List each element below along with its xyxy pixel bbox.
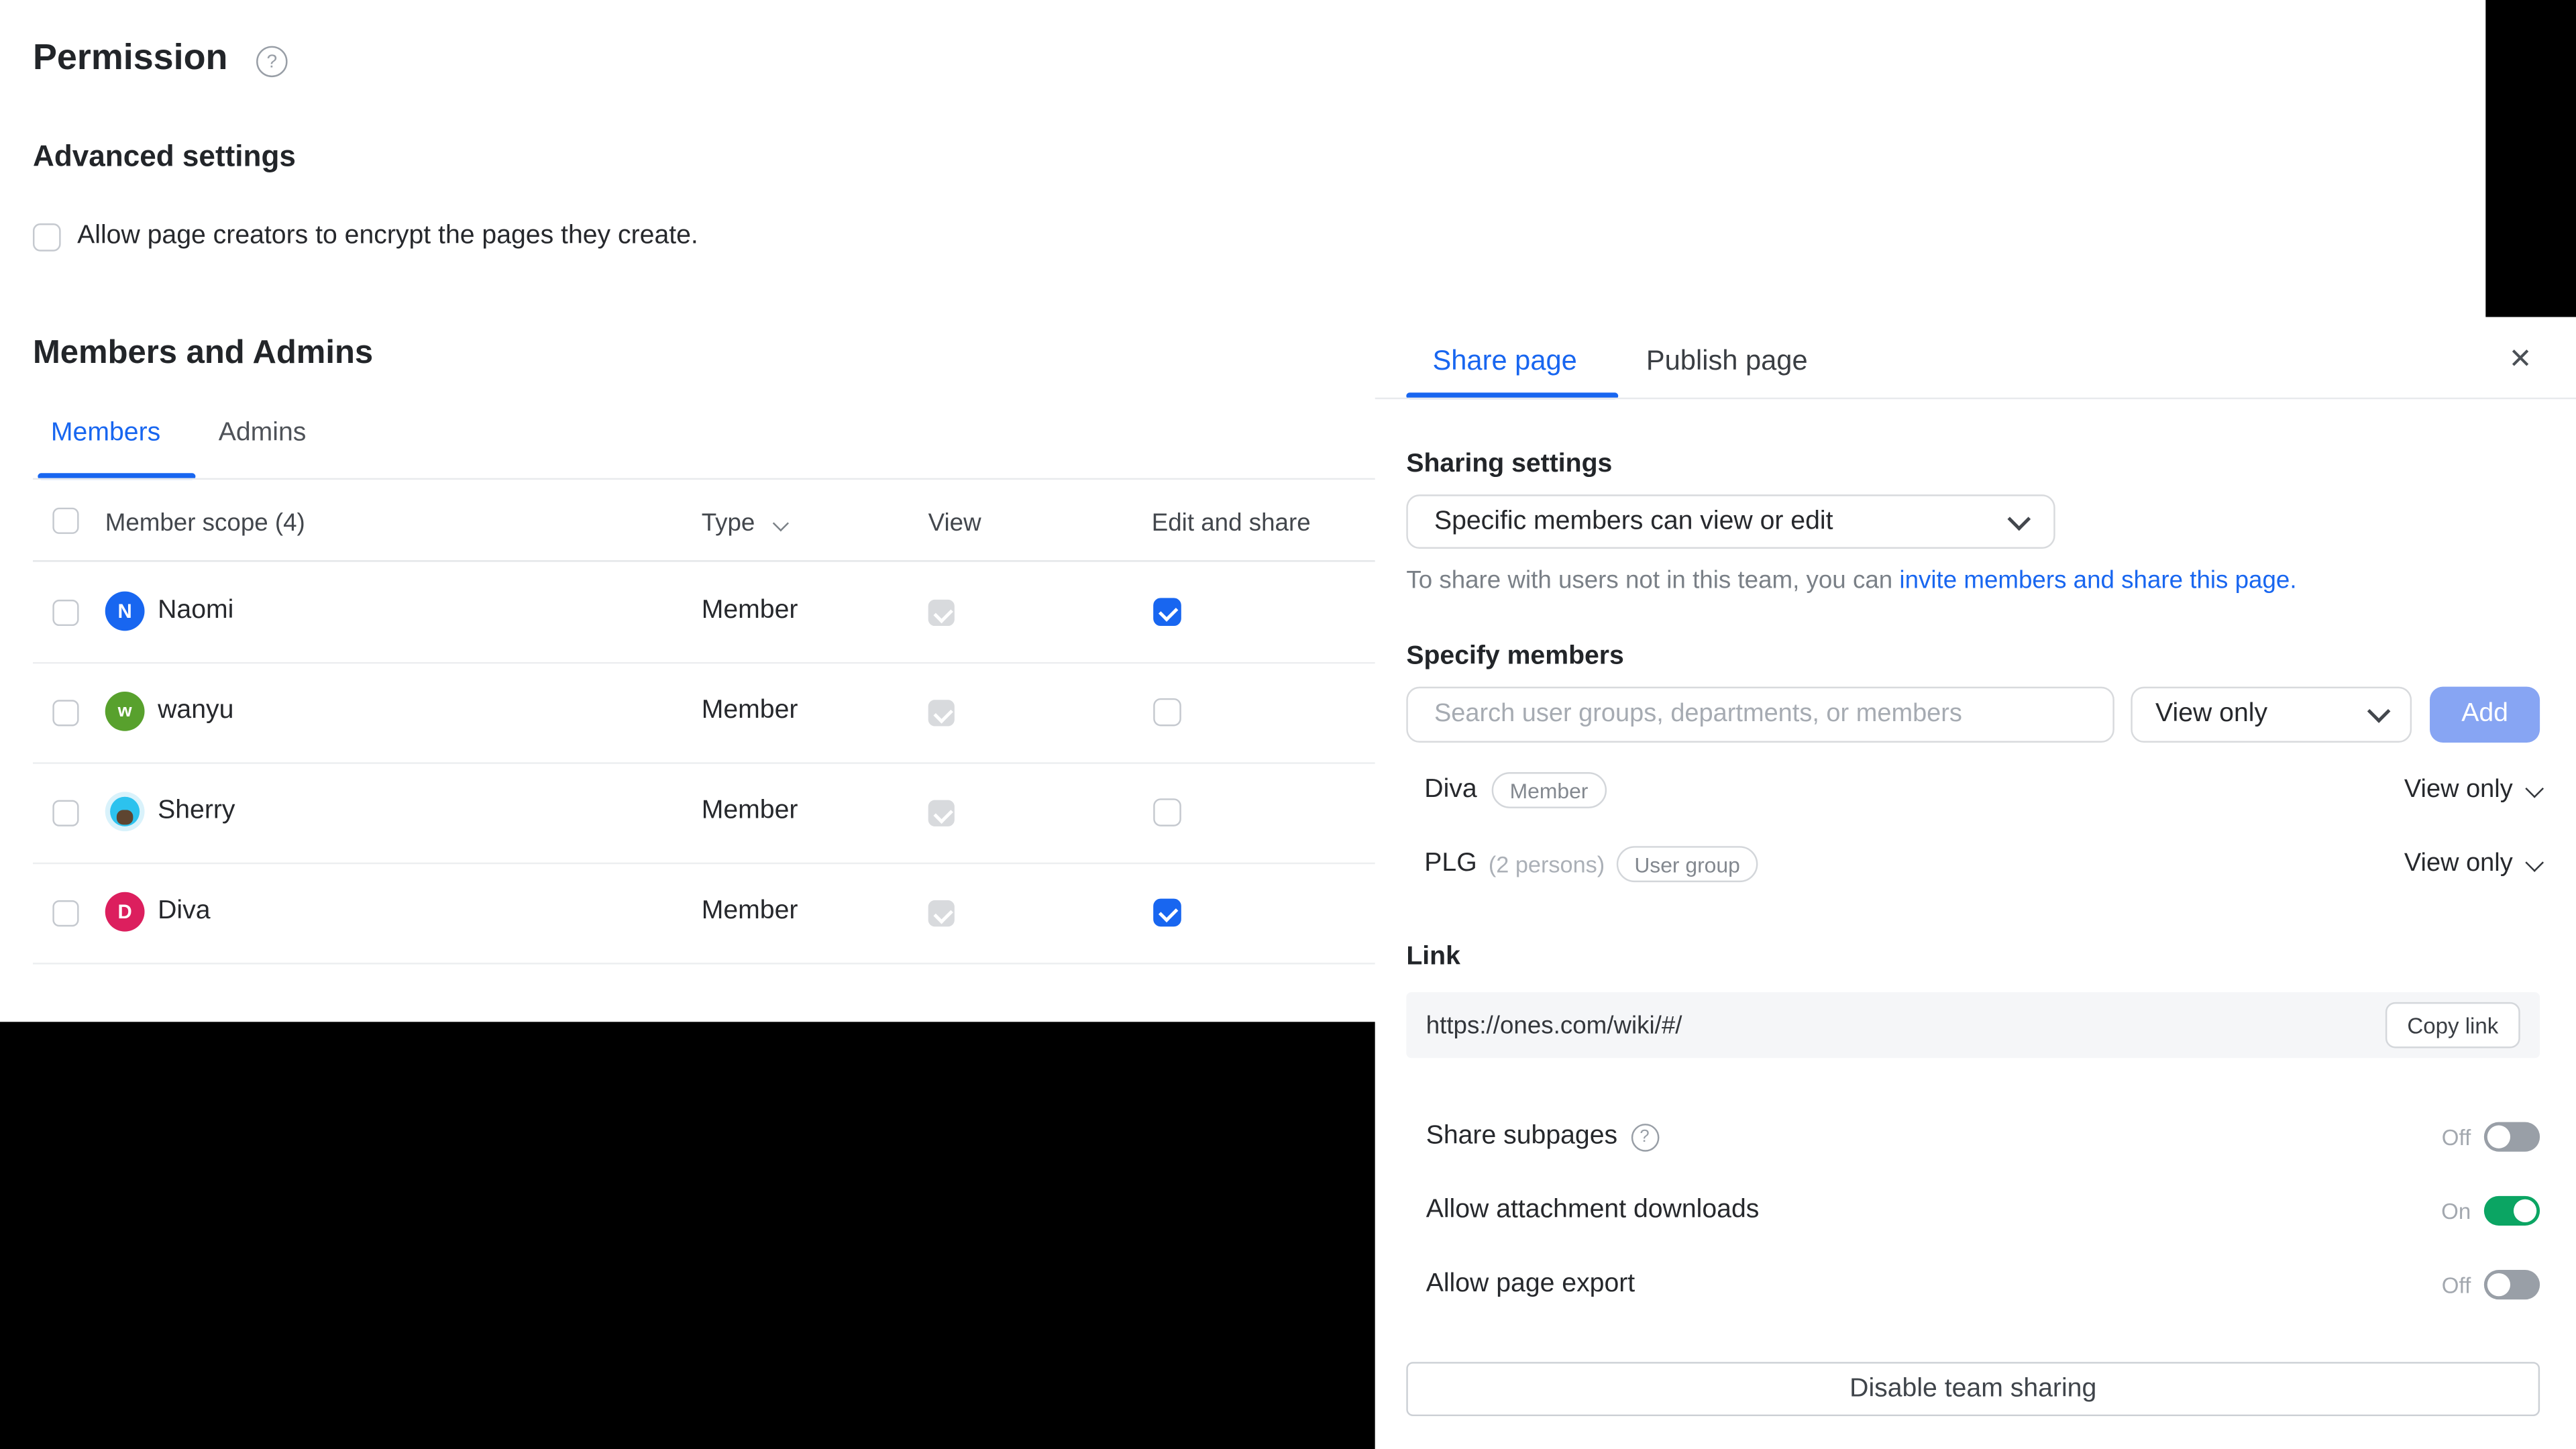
attachment-downloads-row: Allow attachment downloads On <box>1426 1194 2540 1227</box>
avatar: N <box>105 592 145 631</box>
link-label: Link <box>1406 943 1460 973</box>
chevron-down-icon[interactable] <box>2525 853 2542 871</box>
permission-help-icon[interactable]: ? <box>256 46 288 78</box>
type-sort-chevron-icon[interactable] <box>773 515 789 531</box>
edit-share-checkbox[interactable] <box>1153 798 1181 826</box>
edit-share-checkbox[interactable] <box>1153 598 1181 626</box>
tab-share-page[interactable]: Share page <box>1433 345 1577 378</box>
permission-dropdown[interactable]: View only <box>2131 687 2412 743</box>
attachment-downloads-toggle[interactable] <box>2484 1196 2540 1226</box>
col-type[interactable]: Type <box>702 509 755 537</box>
toggle-state-label: Off <box>2442 1273 2471 1297</box>
encrypt-checkbox[interactable] <box>33 223 61 251</box>
sharing-settings-value: Specific members can view or edit <box>1434 507 1833 537</box>
col-member-scope: Member scope (4) <box>105 509 305 537</box>
edit-share-checkbox[interactable] <box>1153 698 1181 727</box>
shared-entry-row: PLG (2 persons) User group View only <box>1424 845 2540 884</box>
avatar: w <box>105 692 145 731</box>
member-name: Diva <box>158 897 210 926</box>
row-select-checkbox[interactable] <box>52 900 78 926</box>
member-name: wanyu <box>158 696 233 726</box>
avatar <box>105 792 145 831</box>
page-title: Permission <box>33 36 227 79</box>
row-select-checkbox[interactable] <box>52 600 78 626</box>
specify-members-label: Specify members <box>1406 643 1624 672</box>
disable-team-sharing-button[interactable]: Disable team sharing <box>1406 1362 2540 1416</box>
tab-publish-page[interactable]: Publish page <box>1646 345 1808 378</box>
encrypt-setting-row: Allow page creators to encrypt the pages… <box>33 222 698 252</box>
entry-name: PLG <box>1424 849 1477 879</box>
sharing-settings-dropdown[interactable]: Specific members can view or edit <box>1406 494 2055 549</box>
add-button[interactable]: Add <box>2430 687 2540 743</box>
table-row: Sherry Member <box>33 762 1375 864</box>
entry-badge: User group <box>1616 846 1758 882</box>
view-checkbox <box>928 800 955 826</box>
chevron-down-icon[interactable] <box>2525 779 2542 796</box>
member-type: Member <box>702 797 798 826</box>
row-select-checkbox[interactable] <box>52 800 78 826</box>
toggle-label: Allow page export <box>1426 1270 1635 1299</box>
table-row: w wanyu Member <box>33 662 1375 764</box>
member-table-header: Member scope (4) Type View Edit and shar… <box>33 478 1375 562</box>
view-checkbox <box>928 600 955 626</box>
copy-link-button[interactable]: Copy link <box>2385 1002 2520 1049</box>
members-admins-heading: Members and Admins <box>33 335 373 373</box>
share-dialog: Share page Publish page ✕ Sharing settin… <box>1375 317 2576 1449</box>
entry-permission-dropdown[interactable]: View only <box>2404 775 2513 805</box>
dialog-tabs-divider <box>1375 398 2576 399</box>
tab-admins[interactable]: Admins <box>219 419 307 448</box>
helper-prefix: To share with users not in this team, yo… <box>1406 567 1899 595</box>
table-row: D Diva Member <box>33 863 1375 965</box>
close-icon[interactable]: ✕ <box>2509 345 2532 373</box>
toggle-label: Allow attachment downloads <box>1426 1196 1760 1226</box>
redacted-region-bottom-left <box>0 1022 1375 1449</box>
link-bar: https://ones.com/wiki/#/ Copy link <box>1406 992 2540 1058</box>
share-subpages-toggle[interactable] <box>2484 1122 2540 1152</box>
sharing-settings-label: Sharing settings <box>1406 450 1612 480</box>
entry-name: Diva <box>1424 775 1477 805</box>
sharing-helper-text: To share with users not in this team, yo… <box>1406 567 2296 595</box>
view-checkbox <box>928 700 955 726</box>
permission-page: Permission ? Advanced settings Allow pag… <box>0 0 2576 1449</box>
chevron-down-icon <box>2007 506 2031 530</box>
member-name: Naomi <box>158 596 233 626</box>
member-name: Sherry <box>158 797 235 826</box>
table-row: N Naomi Member <box>33 562 1375 664</box>
avatar: D <box>105 892 145 932</box>
share-url: https://ones.com/wiki/#/ <box>1426 1011 1682 1039</box>
toggle-state-label: Off <box>2442 1124 2471 1149</box>
member-type: Member <box>702 696 798 726</box>
share-subpages-help-icon[interactable]: ? <box>1631 1123 1659 1151</box>
share-subpages-row: Share subpages? Off <box>1426 1120 2540 1153</box>
permission-dropdown-value: View only <box>2155 700 2267 729</box>
view-checkbox <box>928 900 955 926</box>
page-export-toggle[interactable] <box>2484 1270 2540 1299</box>
advanced-settings-heading: Advanced settings <box>33 140 296 174</box>
shared-entry-row: Diva Member View only <box>1424 771 2540 810</box>
invite-members-link[interactable]: invite members and share this page. <box>1899 567 2296 595</box>
chevron-down-icon <box>2367 700 2391 723</box>
member-type: Member <box>702 897 798 926</box>
redacted-region-top-right <box>2485 0 2576 317</box>
tab-members[interactable]: Members <box>51 419 160 448</box>
encrypt-label: Allow page creators to encrypt the pages… <box>77 222 698 252</box>
member-search-input[interactable] <box>1431 698 2090 731</box>
row-select-checkbox[interactable] <box>52 700 78 726</box>
page-export-row: Allow page export Off <box>1426 1269 2540 1301</box>
member-type: Member <box>702 596 798 626</box>
col-edit-share: Edit and share <box>1152 509 1311 537</box>
toggle-state-label: On <box>2441 1199 2471 1224</box>
entry-count: (2 persons) <box>1489 851 1605 877</box>
entry-badge: Member <box>1492 772 1607 808</box>
member-search-field <box>1406 687 2114 743</box>
select-all-checkbox[interactable] <box>52 508 78 534</box>
edit-share-checkbox[interactable] <box>1153 899 1181 927</box>
share-subpages-text: Share subpages <box>1426 1122 1617 1152</box>
col-view: View <box>928 509 981 537</box>
toggle-label: Share subpages? <box>1426 1122 1659 1152</box>
entry-permission-dropdown[interactable]: View only <box>2404 849 2513 879</box>
